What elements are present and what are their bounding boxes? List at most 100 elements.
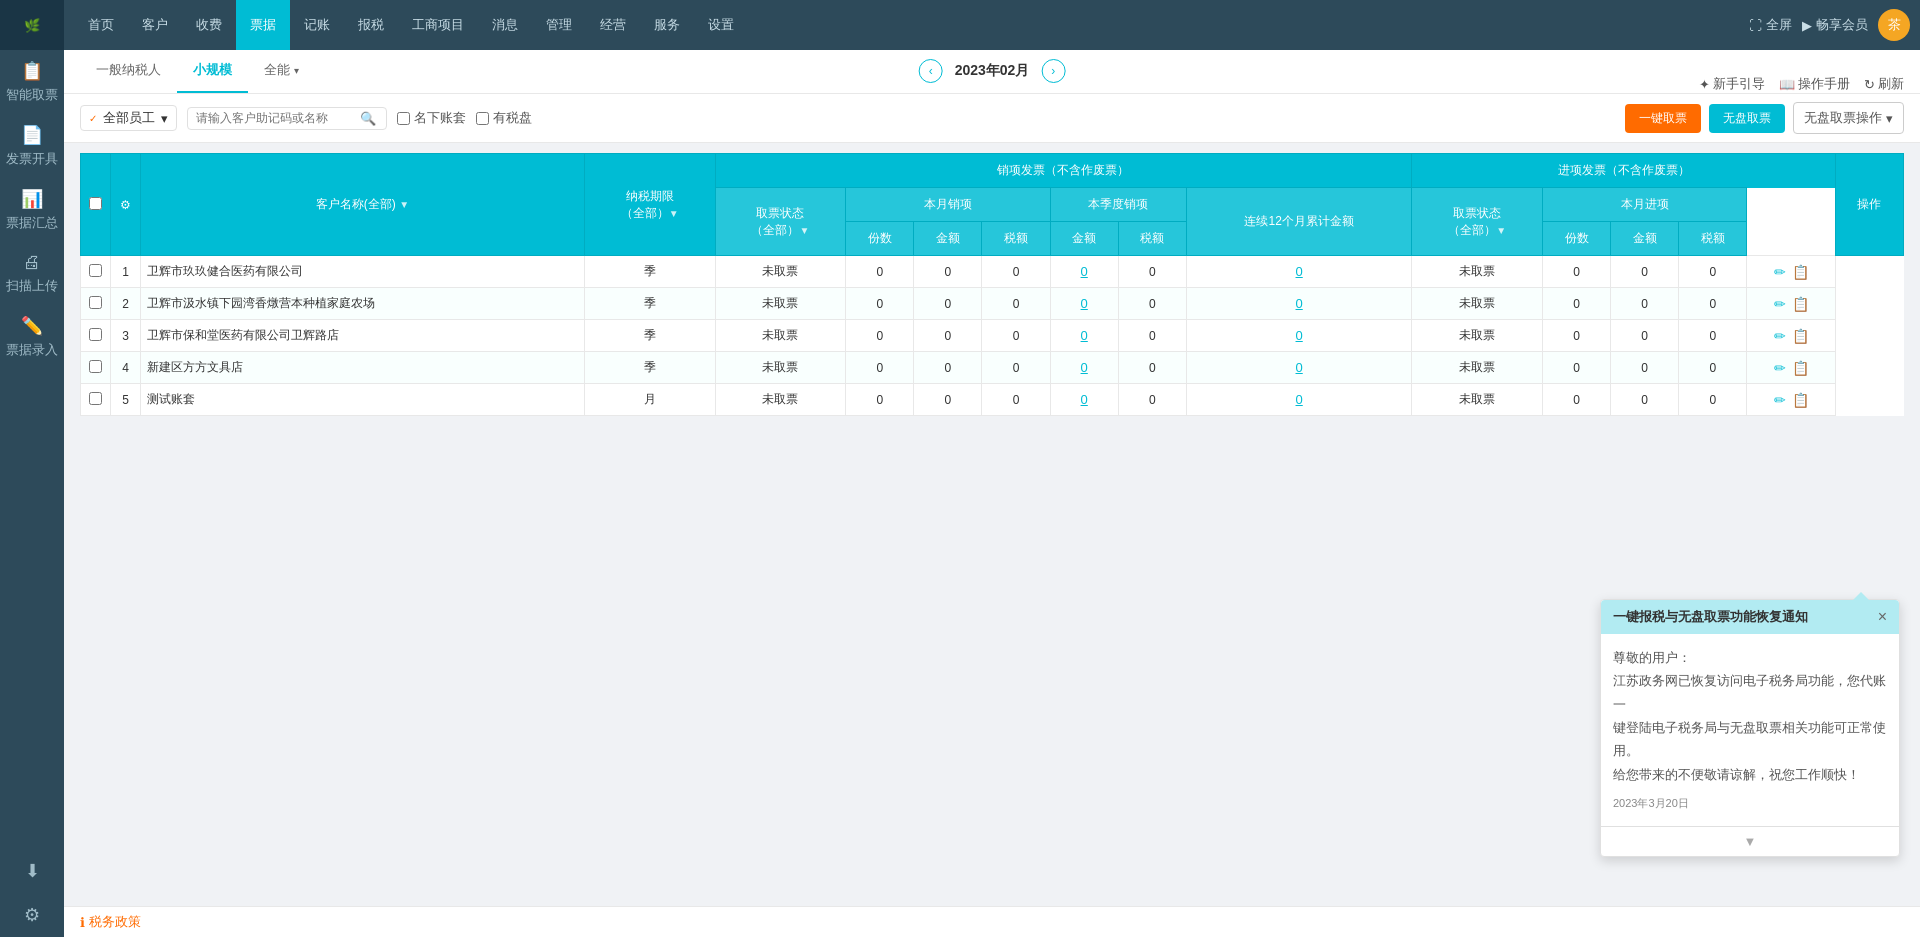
select-all-checkbox[interactable] [89, 197, 102, 210]
row-checkbox[interactable] [89, 264, 102, 277]
nav-operation[interactable]: 经营 [586, 0, 640, 50]
table-row: 4 新建区方方文具店 季 未取票 0 0 0 0 0 0 未取票 0 0 0 ✏… [81, 352, 1904, 384]
row-purchase-fetch: 未取票 [1412, 288, 1543, 320]
row-purchase-month-tax: 0 [1679, 288, 1747, 320]
sidebar-item-invoice-entry[interactable]: ✏️ 票据录入 [0, 305, 64, 369]
sales-month-tax-header: 税额 [982, 222, 1050, 256]
sidebar-item-smart-fetch[interactable]: 📋 智能取票 [0, 50, 64, 114]
next-month-button[interactable]: › [1041, 59, 1065, 83]
nav-customer[interactable]: 客户 [128, 0, 182, 50]
row-checkbox[interactable] [89, 296, 102, 309]
own-account-checkbox[interactable]: 名下账套 [397, 109, 466, 127]
view-icon[interactable]: 📋 [1792, 328, 1809, 344]
notification-line1: 江苏政务网已恢复访问电子税务局功能，您代账一 [1613, 669, 1887, 716]
refresh-link[interactable]: ↻ 刷新 [1864, 75, 1904, 93]
table-row: 2 卫辉市汲水镇下园湾香燉营本种植家庭农场 季 未取票 0 0 0 0 0 0 … [81, 288, 1904, 320]
nav-bookkeeping[interactable]: 记账 [290, 0, 344, 50]
notification-close-button[interactable]: × [1878, 608, 1887, 626]
prev-month-button[interactable]: ‹ [919, 59, 943, 83]
row-no: 1 [111, 256, 141, 288]
row-customer-name: 测试账套 [141, 384, 585, 416]
row-no: 2 [111, 288, 141, 320]
row-checkbox[interactable] [89, 360, 102, 373]
table-row: 3 卫辉市保和堂医药有限公司卫辉路店 季 未取票 0 0 0 0 0 0 未取票… [81, 320, 1904, 352]
row-tax-period: 月 [584, 384, 715, 416]
view-icon[interactable]: 📋 [1792, 264, 1809, 280]
edit-icon[interactable]: ✏ [1774, 264, 1786, 280]
row-checkbox[interactable] [89, 328, 102, 341]
edit-icon[interactable]: ✏ [1774, 296, 1786, 312]
search-input[interactable] [196, 111, 356, 125]
one-key-button[interactable]: 一键取票 [1625, 104, 1701, 133]
nav-management[interactable]: 管理 [532, 0, 586, 50]
sidebar-settings-button[interactable]: ⚙ [0, 893, 64, 937]
row-purchase-month-tax: 0 [1679, 320, 1747, 352]
own-account-checkbox-input[interactable] [397, 112, 410, 125]
filter-icon[interactable]: ▼ [399, 199, 409, 210]
view-icon[interactable]: 📋 [1792, 360, 1809, 376]
tab-small[interactable]: 小规模 [177, 50, 248, 93]
sidebar-item-label: 票据录入 [6, 341, 58, 359]
toolbar: ✓ 全部员工 ▾ 🔍 名下账套 有税盘 一键取票 无盘取票 无盘取票操作 [64, 94, 1920, 143]
view-icon[interactable]: 📋 [1792, 296, 1809, 312]
sidebar-logo: 🌿 [0, 0, 64, 50]
nav-tax[interactable]: 报税 [344, 0, 398, 50]
filter-icon[interactable]: ▼ [669, 208, 679, 219]
row-purchase-month-amount: 0 [1611, 384, 1679, 416]
manual-link[interactable]: 📖 操作手册 [1779, 75, 1850, 93]
row-tax-period: 季 [584, 352, 715, 384]
filter-icon[interactable]: ▼ [1496, 225, 1506, 236]
row-purchase-fetch: 未取票 [1412, 256, 1543, 288]
sales-fetch-status-header[interactable]: 取票状态（全部）▼ [715, 188, 846, 256]
no-disk-button[interactable]: 无盘取票 [1709, 104, 1785, 133]
nav-settings[interactable]: 设置 [694, 0, 748, 50]
scroll-indicator: ▼ [1744, 834, 1757, 849]
purchase-fetch-status-header[interactable]: 取票状态（全部）▼ [1412, 188, 1543, 256]
edit-icon[interactable]: ✏ [1774, 392, 1786, 408]
row-tax-period: 季 [584, 320, 715, 352]
edit-icon[interactable]: ✏ [1774, 360, 1786, 376]
filter-icon[interactable]: ▼ [799, 225, 809, 236]
sales-12month-header: 连续12个月累计金额 [1186, 188, 1411, 256]
user-avatar[interactable]: 茶 [1878, 9, 1910, 41]
has-tax-checkbox[interactable]: 有税盘 [476, 109, 532, 127]
sidebar-item-invoice-summary[interactable]: 📊 票据汇总 [0, 178, 64, 242]
nav-service[interactable]: 服务 [640, 0, 694, 50]
tab-general[interactable]: 一般纳税人 [80, 50, 177, 93]
nav-invoice[interactable]: 票据 [236, 0, 290, 50]
search-icon[interactable]: 🔍 [360, 111, 376, 126]
invoice-open-icon: 📄 [21, 124, 43, 146]
sidebar-download-button[interactable]: ⬇ [0, 849, 64, 893]
row-sales-fetch: 未取票 [715, 320, 846, 352]
invoice-summary-icon: 📊 [21, 188, 43, 210]
row-purchase-month-count: 0 [1542, 288, 1610, 320]
customer-name-header[interactable]: 客户名称(全部) ▼ [141, 154, 585, 256]
view-icon[interactable]: 📋 [1792, 392, 1809, 408]
member-button[interactable]: ▶ 畅享会员 [1802, 16, 1868, 34]
fullscreen-button[interactable]: ⛶ 全屏 [1749, 16, 1792, 34]
no-disk-ops-button[interactable]: 无盘取票操作 ▾ [1793, 102, 1904, 134]
nav-business[interactable]: 工商项目 [398, 0, 478, 50]
row-sales-month-count: 0 [846, 256, 914, 288]
row-sales-quarter-tax: 0 [1118, 320, 1186, 352]
sidebar-item-label: 发票开具 [6, 150, 58, 168]
notification-header: 一键报税与无盘取票功能恢复通知 × [1601, 600, 1899, 634]
edit-icon[interactable]: ✏ [1774, 328, 1786, 344]
actions-header: 操作 [1835, 154, 1903, 256]
row-sales-month-count: 0 [846, 384, 914, 416]
purchase-month-amount-header: 金额 [1611, 222, 1679, 256]
has-tax-checkbox-input[interactable] [476, 112, 489, 125]
nav-home[interactable]: 首页 [74, 0, 128, 50]
nav-billing[interactable]: 收费 [182, 0, 236, 50]
employee-filter[interactable]: ✓ 全部员工 ▾ [80, 105, 177, 131]
row-checkbox[interactable] [89, 392, 102, 405]
nav-message[interactable]: 消息 [478, 0, 532, 50]
new-guide-link[interactable]: ✦ 新手引导 [1699, 75, 1765, 93]
refresh-icon: ↻ [1864, 77, 1875, 92]
tab-all[interactable]: 全能 ▾ [248, 50, 315, 93]
sidebar-item-invoice-open[interactable]: 📄 发票开具 [0, 114, 64, 178]
row-purchase-month-amount: 0 [1611, 320, 1679, 352]
bottom-bar[interactable]: ℹ 税务政策 [64, 906, 1920, 937]
tax-period-header[interactable]: 纳税期限（全部）▼ [584, 154, 715, 256]
sidebar-item-scan-upload[interactable]: 🖨 扫描上传 [0, 242, 64, 305]
